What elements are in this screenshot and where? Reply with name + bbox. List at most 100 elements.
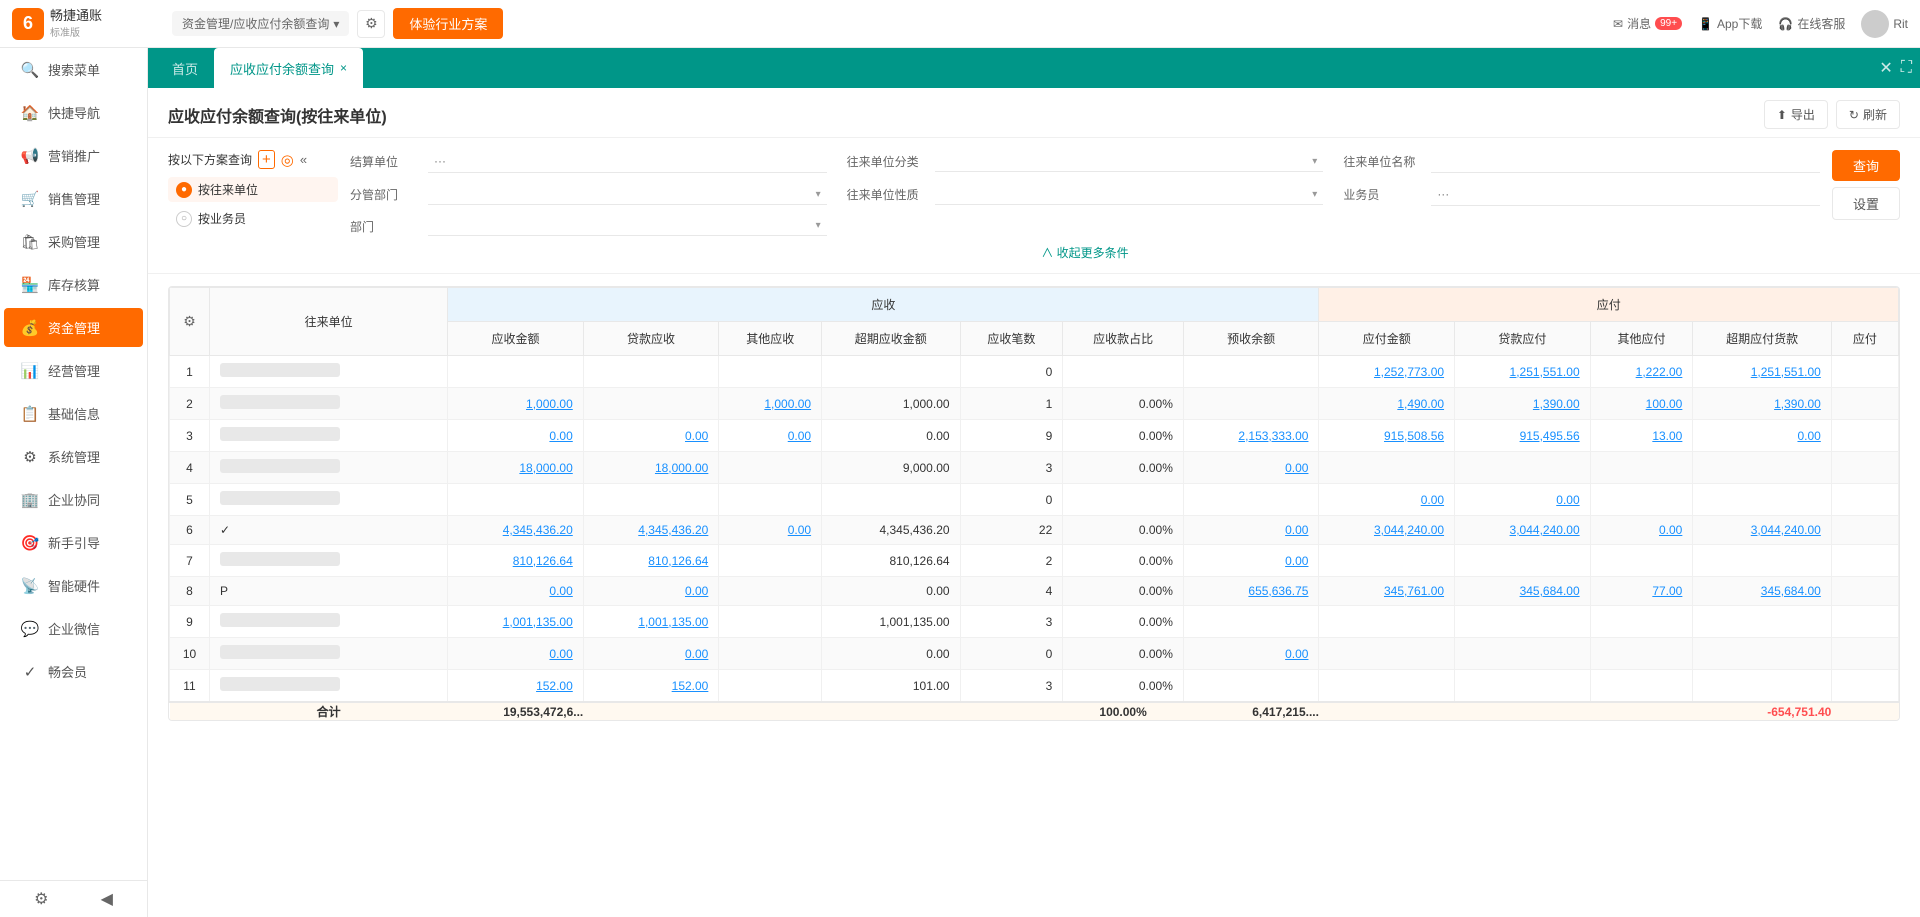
sidebar-item-enterprise[interactable]: 🏢 企业协同 (4, 480, 143, 519)
scheme-bar: 按以下方案查询 + ◎ « (168, 150, 338, 169)
other-ar-header: 其他应收 (719, 322, 822, 356)
scheme-option-salesman[interactable]: ○ 按业务员 (168, 206, 338, 231)
page-inner: 应收应付余额查询(按往来单位) ⬆ 导出 ↻ 刷新 按 (148, 88, 1920, 917)
data-table: ⚙ 往来单位 应收 应付 应收金额 贷款应收 其他应收 超期应收金额 (169, 287, 1899, 720)
top-right: ✉ 消息 99+ 📱 App下载 🎧 在线客服 Rit (1613, 10, 1908, 38)
add-scheme-button[interactable]: + (258, 150, 275, 169)
enterprise-icon: 🏢 (20, 491, 40, 509)
overdue-ar-header: 超期应收金额 (822, 322, 960, 356)
tab-arquery[interactable]: 应收应付余额查询 × (214, 48, 363, 88)
sidebar-item-hardware[interactable]: 📡 智能硬件 (4, 566, 143, 605)
basic-icon: 📋 (20, 405, 40, 423)
table-row: 6✓4,345,436.204,345,436.200.004,345,436.… (170, 516, 1899, 545)
sidebar-item-system[interactable]: ⚙ 系统管理 (4, 437, 143, 476)
scheme-active-dot: ● (176, 182, 192, 198)
sidebar-item-operations[interactable]: 📊 经营管理 (4, 351, 143, 390)
logo-area: 6 畅捷通账 标准版 (12, 8, 160, 40)
table-settings-icon[interactable]: ⚙ (180, 313, 199, 330)
refresh-button[interactable]: ↻ 刷新 (1836, 100, 1900, 129)
sidebar-item-quick-nav[interactable]: 🏠 快捷导航 (4, 93, 143, 132)
filter-area: 按以下方案查询 + ◎ « ● 按往来单位 ○ (148, 138, 1920, 274)
setting-button[interactable]: 设置 (1832, 187, 1900, 220)
window-close-button[interactable]: ✕ (1879, 58, 1892, 78)
online-service-button[interactable]: 🎧 在线客服 (1778, 15, 1845, 32)
top-center: 资金管理/应收应付余额查询 ▾ ⚙ 体验行业方案 (160, 8, 1613, 39)
sidebar-bottom: ⚙ ◀ (0, 880, 147, 917)
table-row: 8P0.000.000.0040.00%655,636.75345,761.00… (170, 577, 1899, 606)
footer-label: 合计 (210, 702, 448, 720)
fullscreen-button[interactable]: ⛶ (1901, 59, 1912, 77)
sidebar: 🔍 搜索菜单 🏠 快捷导航 📢 营销推广 🛒 销售管理 🛍 采购管理 🏪 库存核… (0, 48, 148, 917)
app-logo-icon: 6 (12, 8, 44, 40)
page-content: 应收应付余额查询(按往来单位) ⬆ 导出 ↻ 刷新 按 (148, 88, 1920, 917)
sidebar-item-newbie[interactable]: 🎯 新手引导 (4, 523, 143, 562)
purchase-icon: 🛍 (20, 233, 40, 251)
partner-category-select[interactable]: ▾ (935, 152, 1324, 172)
sidebar-item-basic[interactable]: 📋 基础信息 (4, 394, 143, 433)
settings-gear-button[interactable]: ⚙ (357, 10, 385, 38)
table-row: 100.000.000.0000.00%0.00 (170, 638, 1899, 670)
sidebar-item-inventory[interactable]: 🏪 库存核算 (4, 265, 143, 304)
table-row: 21,000.001,000.001,000.0010.00%1,490.001… (170, 388, 1899, 420)
header-actions: ⬆ 导出 ↻ 刷新 (1764, 100, 1900, 129)
filter-partner-name: 往来单位名称 (1343, 150, 1820, 173)
export-button[interactable]: ⬆ 导出 (1764, 100, 1828, 129)
collapse-scheme-button[interactable]: « (300, 152, 307, 167)
messages-button[interactable]: ✉ 消息 99+ (1613, 15, 1682, 32)
dept-manage-select[interactable]: ▾ (428, 185, 827, 205)
messages-badge: 99+ (1655, 17, 1682, 30)
sidebar-item-label: 基础信息 (48, 404, 100, 423)
app-download-button[interactable]: 📱 App下载 (1698, 15, 1762, 32)
sidebar-item-label: 系统管理 (48, 447, 100, 466)
capital-icon: 💰 (20, 319, 40, 337)
tab-close-icon[interactable]: × (340, 61, 347, 75)
ap-amount-header: 应付金额 (1319, 322, 1455, 356)
filter-grid: 结算单位 往来单位分类 ▾ (350, 150, 1820, 236)
sidebar-item-marketing[interactable]: 📢 营销推广 (4, 136, 143, 175)
tab-home[interactable]: 首页 (156, 48, 214, 88)
newbie-icon: 🎯 (20, 534, 40, 552)
loan-ar-header: 贷款应收 (583, 322, 719, 356)
collapse-more-button[interactable]: ∧ 收起更多条件 (1041, 246, 1128, 260)
query-button[interactable]: 查询 (1832, 150, 1900, 181)
filter-partner-nature: 往来单位性质 ▾ (847, 183, 1324, 206)
sidebar-item-search-menu[interactable]: 🔍 搜索菜单 (4, 50, 143, 89)
system-icon: ⚙ (20, 448, 40, 466)
settlement-input[interactable] (434, 154, 821, 168)
breadcrumb: 资金管理/应收应付余额查询 ▾ (172, 11, 349, 36)
ar-count-header: 应收笔数 (960, 322, 1063, 356)
salesman-input[interactable] (1437, 187, 1814, 201)
table-row: 30.000.000.000.0090.00%2,153,333.00915,5… (170, 420, 1899, 452)
other-ap-header: 其他应付 (1590, 322, 1693, 356)
department-select[interactable]: ▾ (428, 216, 827, 236)
partner-nature-select[interactable]: ▾ (935, 185, 1324, 205)
table-container: ⚙ 往来单位 应收 应付 应收金额 贷款应收 其他应收 超期应收金额 (168, 286, 1900, 721)
user-avatar[interactable]: Rit (1861, 10, 1908, 38)
collapse-more-area: ∧ 收起更多条件 (350, 244, 1820, 261)
filter-dept-manage: 分管部门 ▾ (350, 183, 827, 206)
partner-name-input[interactable] (1431, 150, 1820, 173)
sidebar-settings-icon[interactable]: ⚙ (34, 889, 48, 909)
sidebar-item-label: 企业微信 (48, 619, 100, 638)
solution-button[interactable]: 体验行业方案 (393, 8, 503, 39)
sidebar-item-label: 企业协同 (48, 490, 100, 509)
export-icon: ⬆ (1777, 108, 1787, 122)
marketing-icon: 📢 (20, 147, 40, 165)
sidebar-collapse-icon[interactable]: ◀ (101, 889, 113, 909)
inventory-icon: 🏪 (20, 276, 40, 294)
sidebar-item-sales[interactable]: 🛒 销售管理 (4, 179, 143, 218)
sidebar-item-label: 资金管理 (48, 318, 100, 337)
top-bar: 6 畅捷通账 标准版 资金管理/应收应付余额查询 ▾ ⚙ 体验行业方案 ✉ 消息… (0, 0, 1920, 48)
scheme-option-partner[interactable]: ● 按往来单位 (168, 177, 338, 202)
sidebar-item-capital[interactable]: 💰 资金管理 (4, 308, 143, 347)
prepay-header: 预收余额 (1183, 322, 1319, 356)
table-row: 7810,126.64810,126.64810,126.6420.00%0.0… (170, 545, 1899, 577)
edit-scheme-button[interactable]: ◎ (281, 151, 294, 169)
tab-bar: 首页 应收应付余额查询 × ✕ ⛶ (148, 48, 1920, 88)
sidebar-item-wechat[interactable]: 💬 企业微信 (4, 609, 143, 648)
sidebar-item-member[interactable]: ✓ 畅会员 (4, 652, 143, 691)
page-header: 应收应付余额查询(按往来单位) ⬆ 导出 ↻ 刷新 (148, 88, 1920, 138)
sidebar-item-purchase[interactable]: 🛍 采购管理 (4, 222, 143, 261)
receivable-group-header: 应收 (448, 288, 1319, 322)
filter-partner-category: 往来单位分类 ▾ (847, 150, 1324, 173)
